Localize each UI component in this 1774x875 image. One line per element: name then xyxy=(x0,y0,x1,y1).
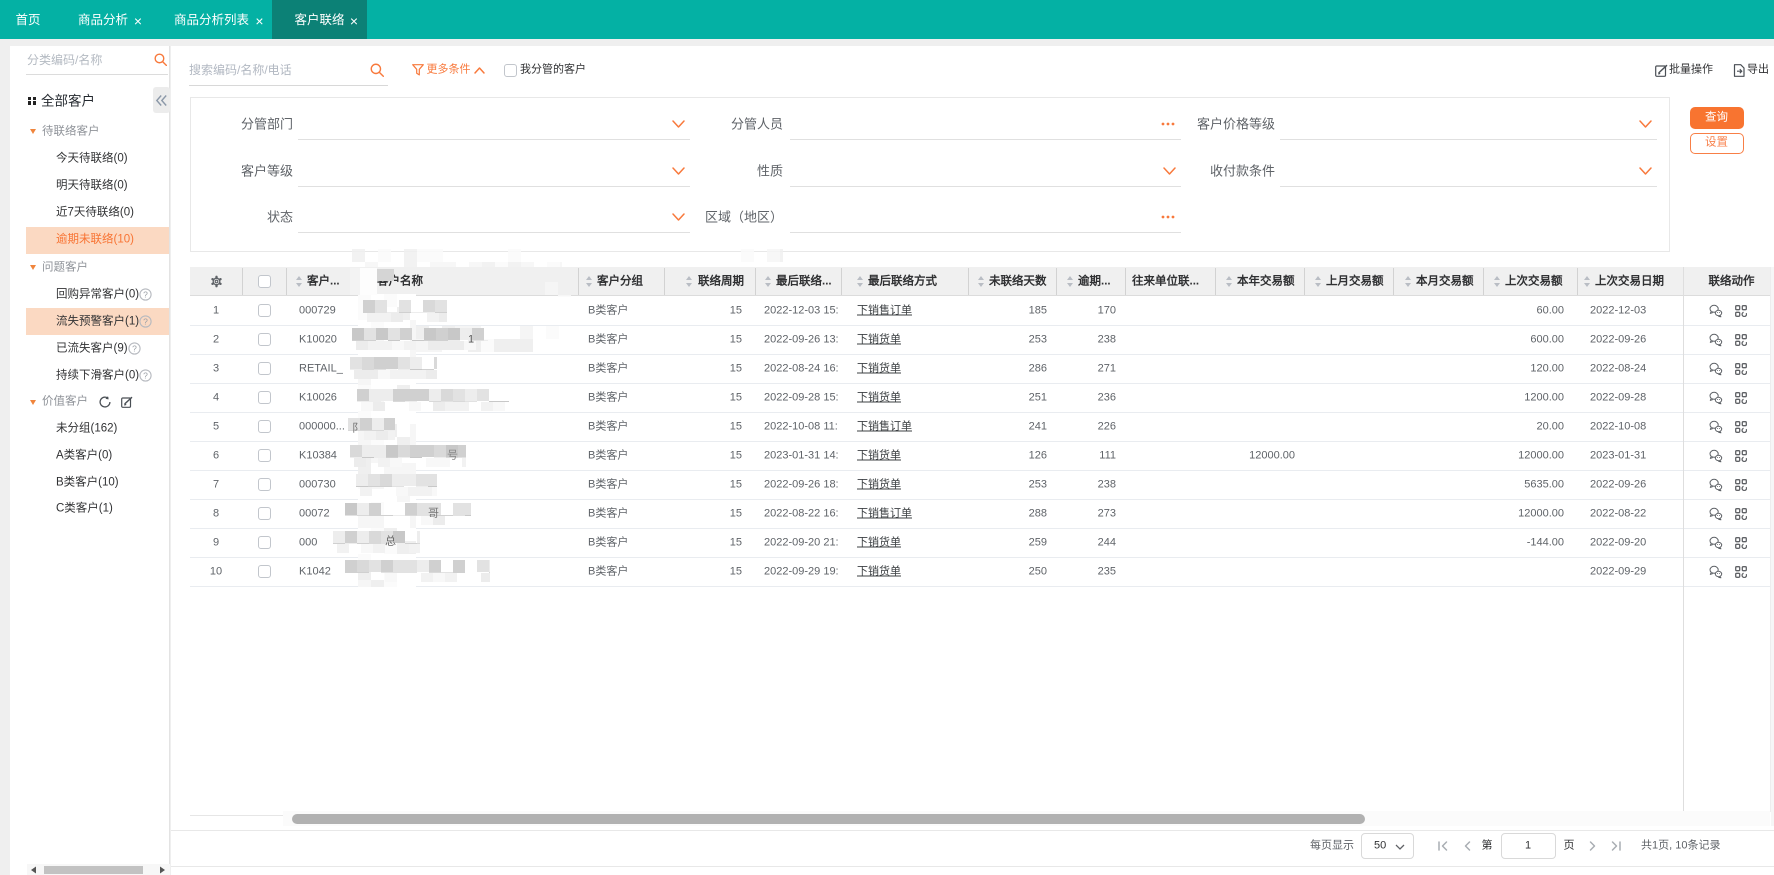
svg-text:?: ? xyxy=(132,343,137,353)
svg-text:?: ? xyxy=(143,289,148,299)
svg-text:?: ? xyxy=(143,370,148,380)
svg-text:?: ? xyxy=(143,316,148,326)
